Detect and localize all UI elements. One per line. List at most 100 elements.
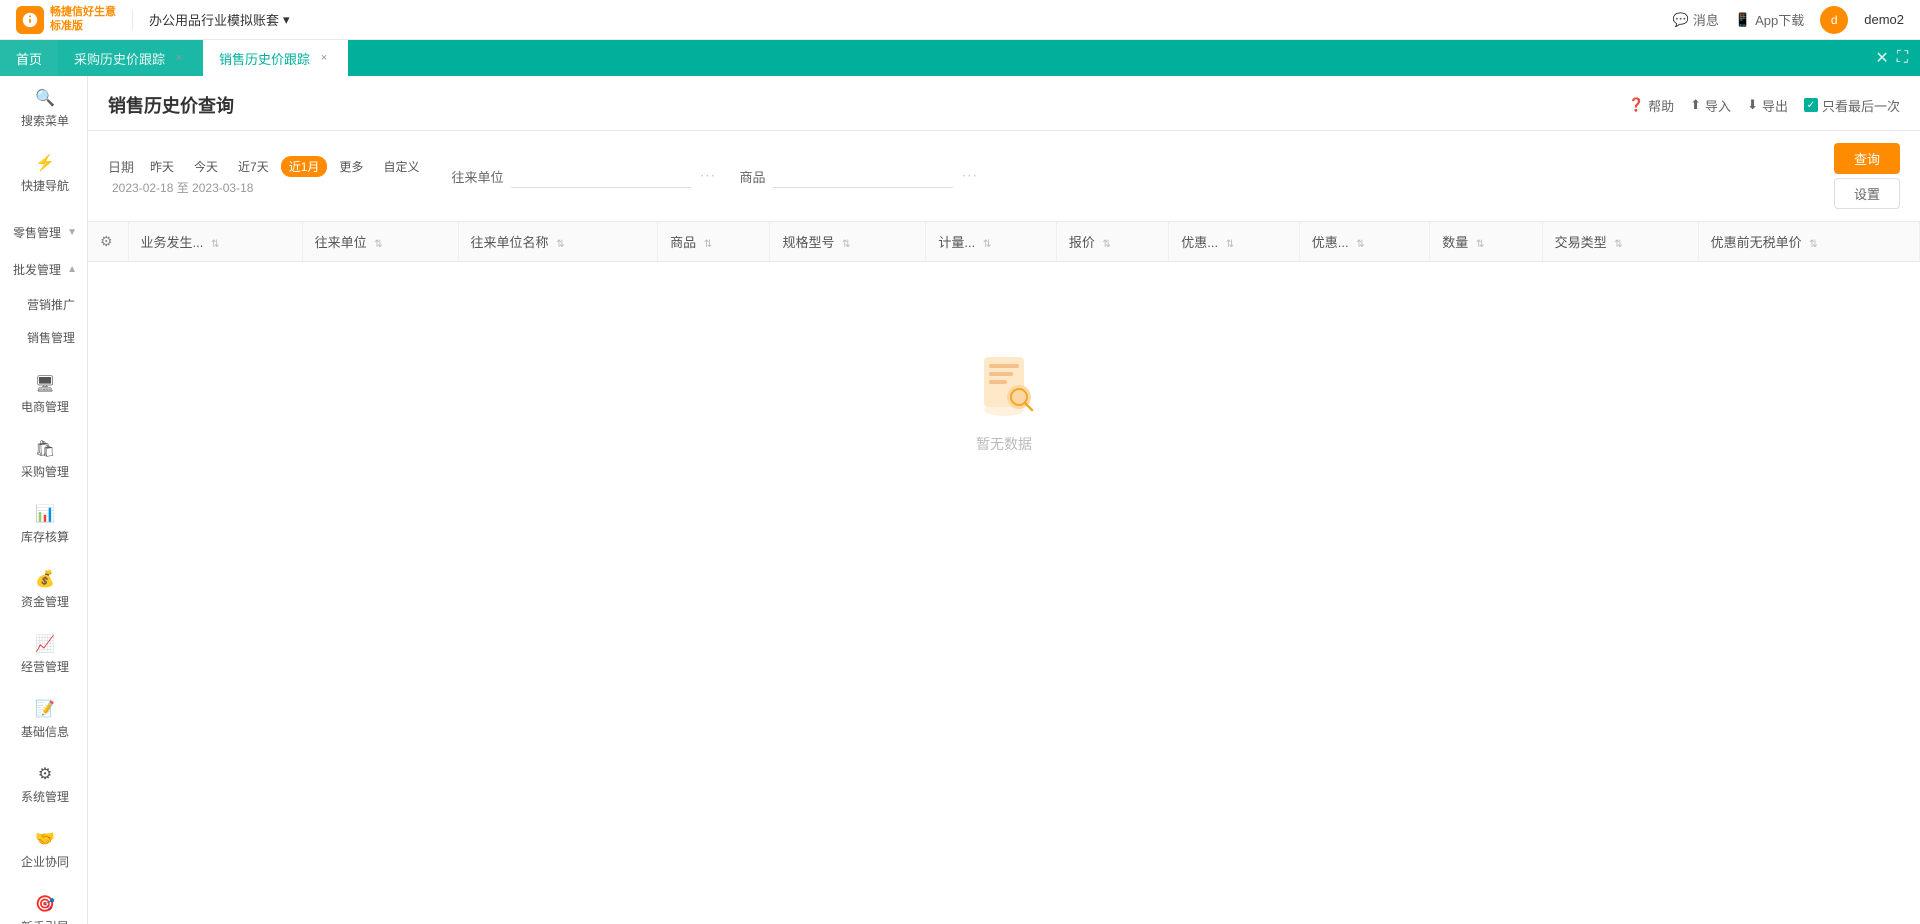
purchase-icon: 🛍 <box>35 439 55 459</box>
th-partner-code[interactable]: 往来单位 ⇅ <box>302 222 458 262</box>
sidebar-item-inventory[interactable]: 📊 库存核算 <box>0 492 87 557</box>
sort-icon-spec: ⇅ <box>842 239 850 250</box>
date-chip-custom[interactable]: 自定义 <box>375 156 427 177</box>
page-title: 销售历史价查询 <box>108 92 234 118</box>
partner-filter-dots[interactable]: ··· <box>699 167 715 185</box>
th-unit[interactable]: 计量... ⇅ <box>926 222 1057 262</box>
sidebar-item-guide[interactable]: 🎯 新手引导 <box>0 882 87 924</box>
th-spec[interactable]: 规格型号 ⇅ <box>770 222 926 262</box>
sidebar-item-ecommerce[interactable]: 🖥 电商管理 <box>0 362 87 427</box>
tabbar: 首页 采购历史价跟踪 × 销售历史价跟踪 × ✕ ⛶ <box>0 40 1920 76</box>
export-icon: ⬇ <box>1747 97 1758 113</box>
user-avatar[interactable]: d <box>1820 6 1848 34</box>
th-pretax-price[interactable]: 优惠前无税单价 ⇅ <box>1698 222 1919 262</box>
product-filter-field: 商品 ··· <box>739 164 977 188</box>
sidebar-item-retail[interactable]: 零售管理 ▼ <box>0 214 87 251</box>
th-settings[interactable]: ⚙ <box>88 222 128 262</box>
enterprise-label: 企业协同 <box>21 853 69 870</box>
system-icon: ⚙ <box>38 764 52 784</box>
sidebar-item-marketing[interactable]: 营销推广 <box>0 288 87 321</box>
date-chip-yesterday[interactable]: 昨天 <box>142 156 182 177</box>
sidebar-item-finance[interactable]: 💰 资金管理 <box>0 557 87 622</box>
finance-label: 资金管理 <box>21 593 69 610</box>
sort-icon-discount2: ⇅ <box>1356 239 1364 250</box>
product-filter-input[interactable] <box>773 164 953 188</box>
sort-icon-unit: ⇅ <box>983 239 991 250</box>
window-close-icon[interactable]: ✕ <box>1875 48 1888 68</box>
sort-icon-qty: ⇅ <box>1476 239 1484 250</box>
filter-date-section: 日期 昨天 今天 近7天 近1月 更多 自定义 2023-02-18 至 202… <box>108 156 427 196</box>
table-settings-gear-icon[interactable]: ⚙ <box>100 233 113 249</box>
workspace-selector[interactable]: 办公用品行业模拟账套 ▾ <box>149 10 290 29</box>
date-filter-label: 日期 <box>108 157 134 176</box>
content-area: 销售历史价查询 ❓ 帮助 ⬆ 导入 ⬇ 导出 ✓ <box>88 76 1920 924</box>
date-chips: 昨天 今天 近7天 近1月 更多 自定义 <box>142 156 427 177</box>
date-chip-more[interactable]: 更多 <box>331 156 371 177</box>
enterprise-icon: 🤝 <box>35 829 55 849</box>
tabbar-actions: ✕ ⛶ <box>1863 48 1920 68</box>
sort-icon-biz-date: ⇅ <box>211 239 219 250</box>
help-icon: ❓ <box>1628 97 1644 113</box>
query-button[interactable]: 查询 <box>1834 143 1900 174</box>
page-actions: ❓ 帮助 ⬆ 导入 ⬇ 导出 ✓ 只看最后一次 <box>1628 96 1900 115</box>
sidebar-item-search[interactable]: 🔍 搜索菜单 <box>0 76 87 141</box>
sidebar-item-wholesale[interactable]: 批发管理 ▲ <box>0 251 87 288</box>
username[interactable]: demo2 <box>1864 12 1904 27</box>
message-action[interactable]: 💬 消息 <box>1673 10 1719 29</box>
home-tab-label: 首页 <box>16 49 42 68</box>
settings-button[interactable]: 设置 <box>1834 178 1900 209</box>
inventory-icon: 📊 <box>35 504 55 524</box>
tab-home[interactable]: 首页 <box>0 40 58 76</box>
app-download-action[interactable]: 📱 App下载 <box>1735 10 1804 29</box>
import-button[interactable]: ⬆ 导入 <box>1690 96 1731 115</box>
sidebar-item-basic-info[interactable]: 📝 基础信息 <box>0 687 87 752</box>
sidebar-item-purchase[interactable]: 🛍 采购管理 <box>0 427 87 492</box>
th-qty[interactable]: 数量 ⇅ <box>1430 222 1542 262</box>
sidebar-item-enterprise[interactable]: 🤝 企业协同 <box>0 817 87 882</box>
window-expand-icon[interactable]: ⛶ <box>1897 49 1908 67</box>
sidebar-item-quicknav[interactable]: ⚡ 快捷导航 <box>0 141 87 206</box>
th-discount2[interactable]: 优惠... ⇅ <box>1299 222 1430 262</box>
purchase-history-tab-close[interactable]: × <box>171 50 187 66</box>
sidebar-item-system[interactable]: ⚙ 系统管理 <box>0 752 87 817</box>
sidebar: 🔍 搜索菜单 ⚡ 快捷导航 零售管理 ▼ 批发管理 ▲ 营销推广 销售管理 🖥 … <box>0 76 88 924</box>
wholesale-arrow-icon: ▲ <box>67 264 77 275</box>
th-discount1[interactable]: 优惠... ⇅ <box>1169 222 1300 262</box>
help-button[interactable]: ❓ 帮助 <box>1628 96 1674 115</box>
th-partner-name[interactable]: 往来单位名称 ⇅ <box>458 222 658 262</box>
th-biz-date[interactable]: 业务发生... ⇅ <box>128 222 302 262</box>
product-filter-dots[interactable]: ··· <box>961 167 977 185</box>
partner-filter-input[interactable] <box>511 164 691 188</box>
topbar-left: 畅捷信好生意 标准版 办公用品行业模拟账套 ▾ <box>16 6 290 34</box>
finance-icon: 💰 <box>35 569 55 589</box>
tab-sales-history[interactable]: 销售历史价跟踪 × <box>203 40 348 76</box>
topbar: 畅捷信好生意 标准版 办公用品行业模拟账套 ▾ 💬 消息 📱 App下载 d d… <box>0 0 1920 40</box>
workspace-chevron-icon: ▾ <box>283 12 290 28</box>
tab-purchase-history[interactable]: 采购历史价跟踪 × <box>58 40 203 76</box>
sort-icon-discount1: ⇅ <box>1226 239 1234 250</box>
sidebar-item-sales[interactable]: 销售管理 <box>0 321 87 354</box>
topbar-divider <box>132 10 133 30</box>
import-icon: ⬆ <box>1690 97 1701 113</box>
date-filter-group: 日期 昨天 今天 近7天 近1月 更多 自定义 <box>108 156 427 177</box>
wholesale-label: 批发管理 <box>13 261 61 278</box>
only-last-checkbox[interactable]: ✓ <box>1804 98 1818 112</box>
data-table: ⚙ 业务发生... ⇅ 往来单位 ⇅ 往来单位名称 ⇅ <box>88 222 1920 262</box>
date-chip-7days[interactable]: 近7天 <box>230 156 277 177</box>
only-last-checkbox-group[interactable]: ✓ 只看最后一次 <box>1804 96 1900 115</box>
export-button[interactable]: ⬇ 导出 <box>1747 96 1788 115</box>
th-product[interactable]: 商品 ⇅ <box>658 222 770 262</box>
sales-history-tab-close[interactable]: × <box>316 50 332 66</box>
logo-area: 畅捷信好生意 标准版 <box>16 6 116 34</box>
marketing-label: 营销推广 <box>27 296 75 313</box>
partner-filter-label: 往来单位 <box>451 167 503 186</box>
sales-label: 销售管理 <box>27 329 75 346</box>
basic-info-label: 基础信息 <box>21 723 69 740</box>
th-trade-type[interactable]: 交易类型 ⇅ <box>1542 222 1698 262</box>
date-chip-1month[interactable]: 近1月 <box>281 156 328 177</box>
empty-text: 暂无数据 <box>976 434 1032 454</box>
table-header-row: ⚙ 业务发生... ⇅ 往来单位 ⇅ 往来单位名称 ⇅ <box>88 222 1920 262</box>
th-price[interactable]: 报价 ⇅ <box>1056 222 1168 262</box>
date-chip-today[interactable]: 今天 <box>186 156 226 177</box>
sidebar-item-operations[interactable]: 📈 经营管理 <box>0 622 87 687</box>
